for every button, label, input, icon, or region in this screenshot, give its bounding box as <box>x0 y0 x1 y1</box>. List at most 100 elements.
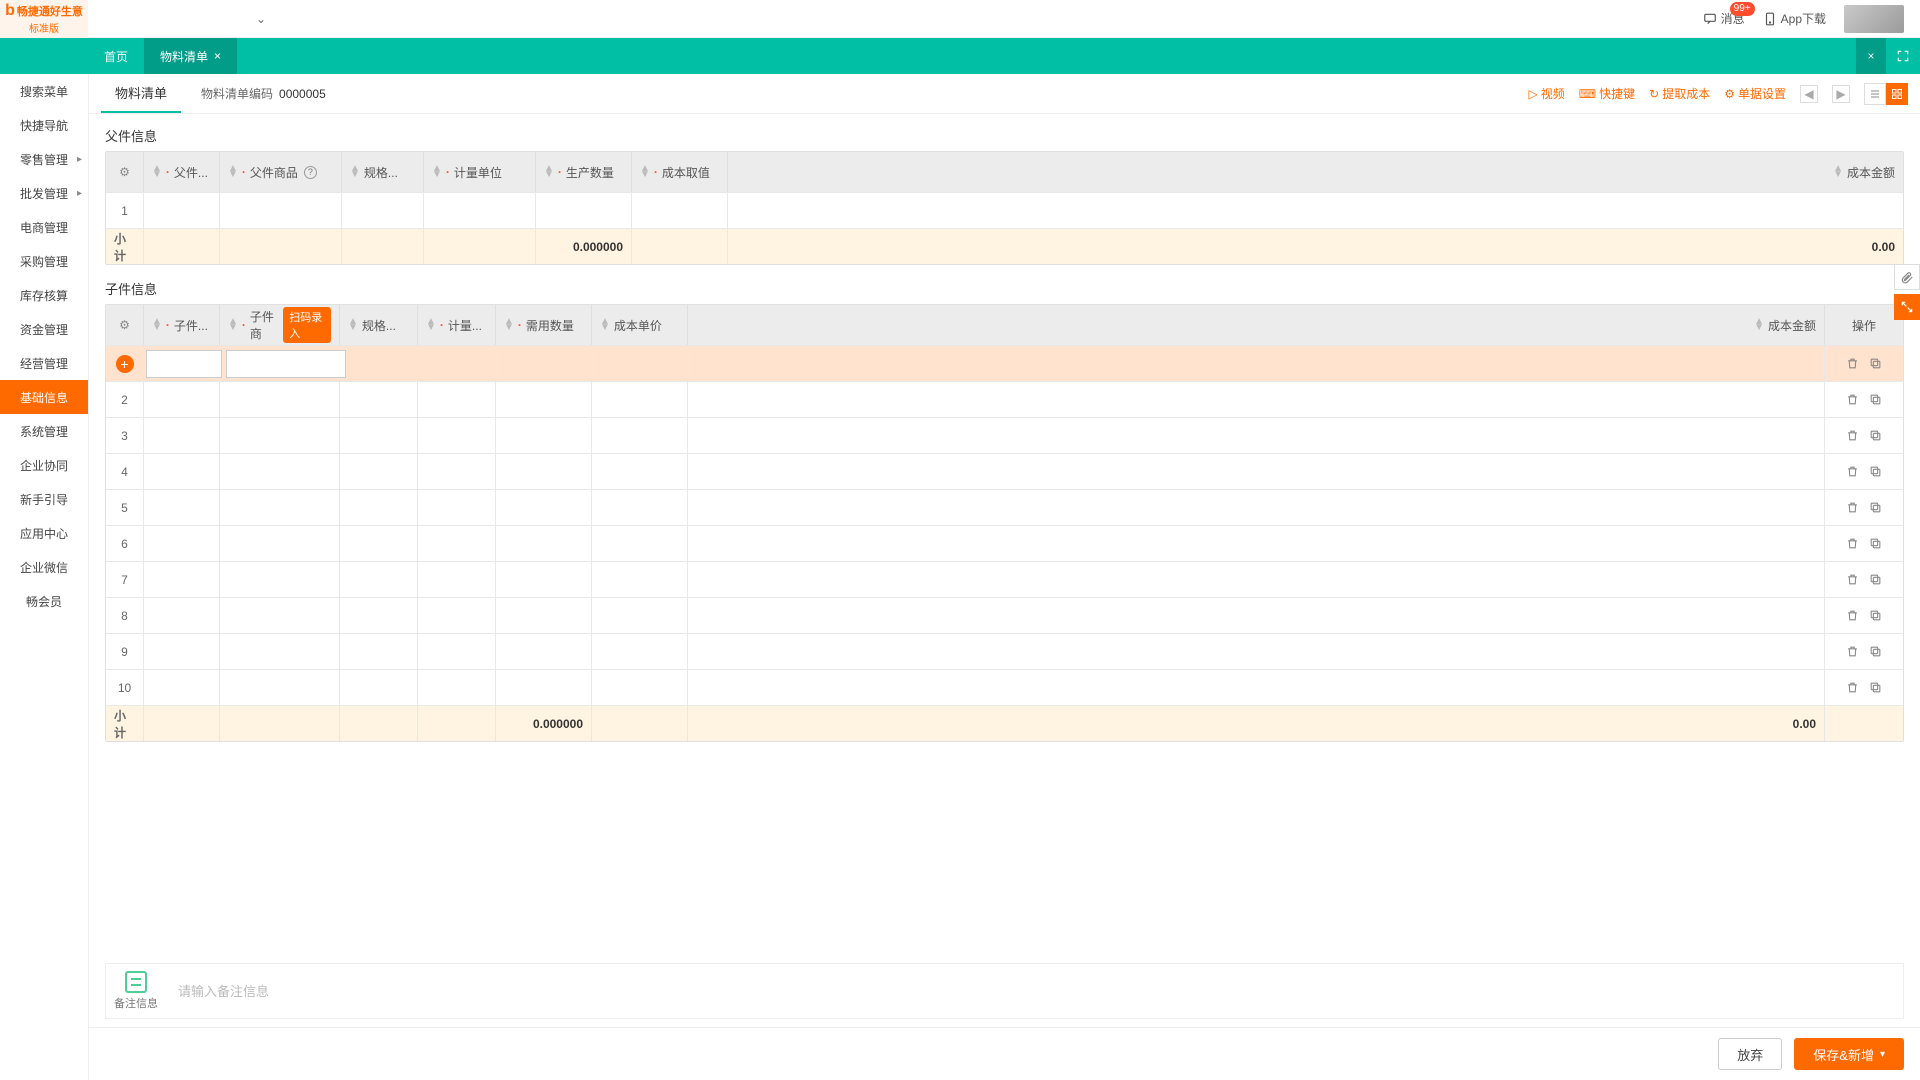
delete-icon[interactable] <box>1846 465 1859 478</box>
scan-input-button[interactable]: 扫码录入 <box>283 307 331 343</box>
delete-icon[interactable] <box>1846 681 1859 694</box>
close-icon[interactable]: × <box>214 49 221 63</box>
subtab-bom[interactable]: 物料清单 <box>101 74 181 113</box>
remark-input[interactable] <box>166 964 1903 1018</box>
tabsbar: 首页 物料清单× × <box>0 38 1920 74</box>
parent-gear-col[interactable]: ⚙ <box>106 152 144 192</box>
float-expand-button[interactable] <box>1894 294 1920 320</box>
sidebar-item-ecom[interactable]: 电商管理 <box>0 210 88 244</box>
pager-prev[interactable]: ◀ <box>1800 85 1818 103</box>
tool-video[interactable]: ▷视频 <box>1529 85 1565 102</box>
parent-col-costsource[interactable]: ▲▼·成本取值 <box>632 152 728 192</box>
copy-icon[interactable] <box>1869 393 1882 406</box>
table-row[interactable]: 2 <box>106 381 1903 417</box>
row-ops <box>1825 670 1903 705</box>
delete-icon[interactable] <box>1846 645 1859 658</box>
parent-col-code[interactable]: ▲▼·父件... <box>144 152 220 192</box>
view-toggle <box>1864 83 1908 105</box>
app-download-button[interactable]: App下载 <box>1763 10 1826 27</box>
note-icon <box>125 971 147 993</box>
save-new-button[interactable]: 保存&新增▾ <box>1794 1038 1904 1070</box>
parent-col-product[interactable]: ▲▼·父件商品? <box>220 152 342 192</box>
help-icon[interactable]: ? <box>304 166 317 179</box>
gear-icon: ⚙ <box>119 318 130 332</box>
messages-button[interactable]: 消息 99+ <box>1703 10 1745 27</box>
table-row[interactable]: 6 <box>106 525 1903 561</box>
view-detail-button[interactable] <box>1886 83 1908 105</box>
sidebar-item-system[interactable]: 系统管理 <box>0 414 88 448</box>
float-attach-button[interactable] <box>1894 264 1920 290</box>
pager-next[interactable]: ▶ <box>1832 85 1850 103</box>
table-row[interactable]: 10 <box>106 669 1903 705</box>
copy-icon[interactable] <box>1869 573 1882 586</box>
sidebar: 搜索菜单快捷导航零售管理▸批发管理▸电商管理采购管理库存核算资金管理经营管理基础… <box>0 74 88 1080</box>
table-row[interactable]: 1 <box>106 192 1903 228</box>
table-row[interactable]: 4 <box>106 453 1903 489</box>
play-icon: ▷ <box>1529 87 1538 101</box>
sidebar-item-search[interactable]: 搜索菜单 <box>0 74 88 108</box>
table-row[interactable]: 9 <box>106 633 1903 669</box>
sidebar-item-purchase[interactable]: 采购管理 <box>0 244 88 278</box>
parent-col-spec[interactable]: ▲▼规格... <box>342 152 424 192</box>
delete-icon[interactable] <box>1846 609 1859 622</box>
delete-icon[interactable] <box>1846 501 1859 514</box>
copy-icon[interactable] <box>1869 429 1882 442</box>
sidebar-item-appcenter[interactable]: 应用中心 <box>0 516 88 550</box>
tab-close-button[interactable]: × <box>1856 38 1886 74</box>
child-gear-col[interactable]: ⚙ <box>106 305 144 345</box>
delete-icon[interactable] <box>1846 393 1859 406</box>
row-ops <box>1825 454 1903 489</box>
copy-icon[interactable] <box>1869 537 1882 550</box>
table-row[interactable]: 8 <box>106 597 1903 633</box>
sidebar-item-collab[interactable]: 企业协同 <box>0 448 88 482</box>
sidebar-item-biz[interactable]: 经营管理 <box>0 346 88 380</box>
chevron-right-icon: ▸ <box>77 188 82 199</box>
child-col-code[interactable]: ▲▼·子件... <box>144 305 220 345</box>
parent-col-qty[interactable]: ▲▼·生产数量 <box>536 152 632 192</box>
sidebar-item-fund[interactable]: 资金管理 <box>0 312 88 346</box>
company-dropdown[interactable]: ⌄ <box>108 10 266 28</box>
sidebar-item-wecom[interactable]: 企业微信 <box>0 550 88 584</box>
chevron-right-icon: ▸ <box>77 154 82 165</box>
child-col-unitcost[interactable]: ▲▼成本单价 <box>592 305 688 345</box>
table-row[interactable]: + <box>106 345 1903 381</box>
fullscreen-icon[interactable] <box>1886 38 1920 74</box>
table-row[interactable]: 7 <box>106 561 1903 597</box>
footer: 放弃 保存&新增▾ <box>89 1027 1920 1080</box>
sidebar-item-inventory[interactable]: 库存核算 <box>0 278 88 312</box>
discard-button[interactable]: 放弃 <box>1718 1038 1782 1070</box>
child-col-spec[interactable]: ▲▼规格... <box>340 305 418 345</box>
child-col-qty[interactable]: ▲▼·需用数量 <box>496 305 592 345</box>
delete-icon[interactable] <box>1846 537 1859 550</box>
sidebar-item-retail[interactable]: 零售管理▸ <box>0 142 88 176</box>
delete-icon[interactable] <box>1846 429 1859 442</box>
copy-icon[interactable] <box>1869 501 1882 514</box>
tab-home[interactable]: 首页 <box>88 38 144 74</box>
copy-icon[interactable] <box>1869 681 1882 694</box>
sidebar-item-base[interactable]: 基础信息 <box>0 380 88 414</box>
table-row[interactable]: 5 <box>106 489 1903 525</box>
sidebar-item-member[interactable]: 畅会员 <box>0 584 88 618</box>
table-row[interactable]: 3 <box>106 417 1903 453</box>
copy-icon[interactable] <box>1869 609 1882 622</box>
sidebar-item-guide[interactable]: 新手引导 <box>0 482 88 516</box>
tab-bom[interactable]: 物料清单× <box>144 38 237 74</box>
tool-doc-setting[interactable]: ⚙单据设置 <box>1724 85 1786 102</box>
delete-icon[interactable] <box>1846 573 1859 586</box>
tool-hotkey[interactable]: ⌨快捷键 <box>1579 85 1635 102</box>
avatar[interactable] <box>1844 5 1904 33</box>
add-row-button[interactable]: + <box>116 355 134 373</box>
child-col-amount[interactable]: ▲▼成本金额 <box>688 305 1825 345</box>
sidebar-item-wholesale[interactable]: 批发管理▸ <box>0 176 88 210</box>
child-col-product[interactable]: ▲▼·子件商扫码录入 <box>220 305 340 345</box>
copy-icon[interactable] <box>1869 357 1882 370</box>
view-list-button[interactable] <box>1864 83 1886 105</box>
parent-col-unit[interactable]: ▲▼·计量单位 <box>424 152 536 192</box>
copy-icon[interactable] <box>1869 465 1882 478</box>
parent-col-amount[interactable]: ▲▼成本金额 <box>728 152 1903 192</box>
copy-icon[interactable] <box>1869 645 1882 658</box>
sidebar-item-quicknav[interactable]: 快捷导航 <box>0 108 88 142</box>
tool-extract-cost[interactable]: ↻提取成本 <box>1649 85 1710 102</box>
child-col-unit[interactable]: ▲▼·计量... <box>418 305 496 345</box>
delete-icon[interactable] <box>1846 357 1859 370</box>
